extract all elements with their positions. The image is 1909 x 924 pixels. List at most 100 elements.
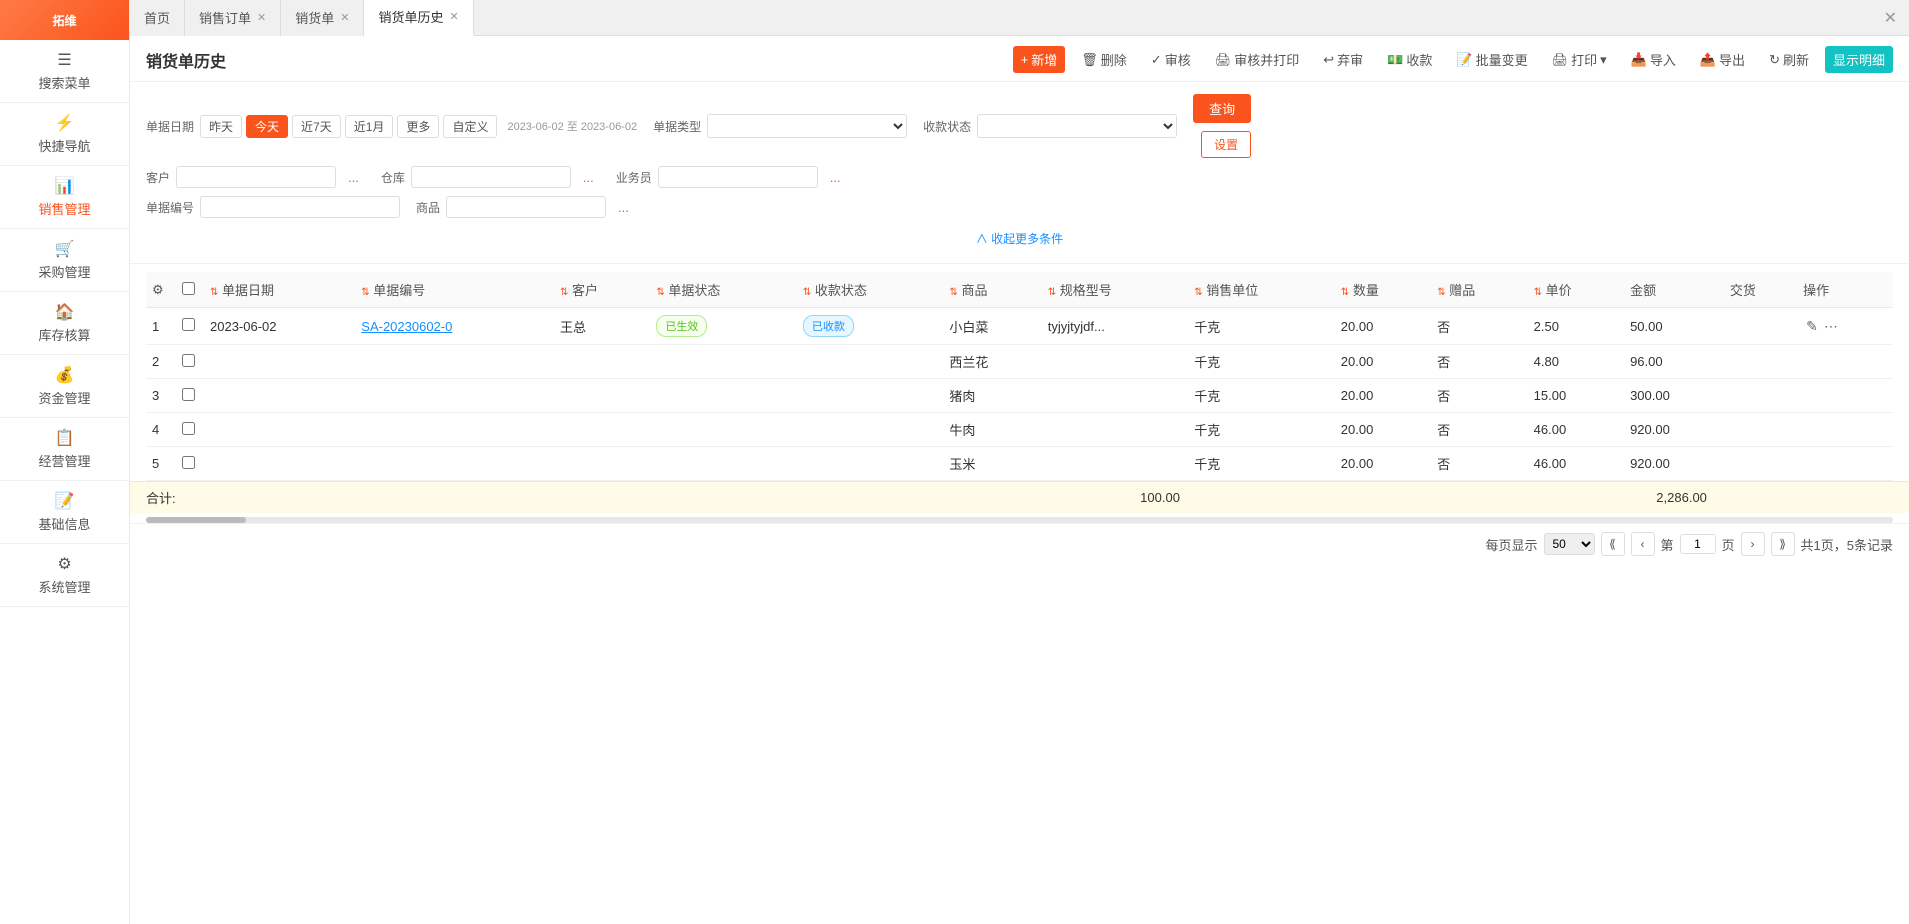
import-button[interactable]: 📥 导入 <box>1623 46 1684 73</box>
audit-button[interactable]: ✓ 审核 <box>1143 46 1199 73</box>
import-icon: 📥 <box>1631 52 1647 68</box>
cell-checkbox[interactable] <box>176 379 204 413</box>
date-btn-yesterday[interactable]: 昨天 <box>200 115 242 138</box>
delete-button[interactable]: 🗑 删除 <box>1073 46 1135 73</box>
total-info: 共1页，5条记录 <box>1801 535 1893 554</box>
warehouse-ellipsis-btn[interactable]: ... <box>577 168 600 187</box>
customer-ellipsis-btn[interactable]: ... <box>342 168 365 187</box>
print-button[interactable]: 🖨 打印 ▾ <box>1544 46 1615 73</box>
warehouse-input[interactable] <box>411 166 571 188</box>
tab-sales-delivery[interactable]: 销货单 ✕ <box>281 0 364 36</box>
cell-no: 4 <box>146 413 176 447</box>
staff-ellipsis-btn[interactable]: ... <box>824 168 847 187</box>
cell-amount: 300.00 <box>1624 379 1724 413</box>
date-btn-7days[interactable]: 近7天 <box>292 115 341 138</box>
goods-ellipsis-btn[interactable]: ... <box>612 198 635 217</box>
col-customer[interactable]: ⇅ 客户 <box>554 272 650 308</box>
col-sales-unit[interactable]: ⇅ 销售单位 <box>1188 272 1335 308</box>
first-page-btn[interactable]: ⟪ <box>1601 532 1625 556</box>
col-goods[interactable]: ⇅ 商品 <box>943 272 1041 308</box>
col-gift[interactable]: ⇅ 赠品 <box>1431 272 1527 308</box>
col-payment-status[interactable]: ⇅ 收款状态 <box>797 272 944 308</box>
doc-no-link[interactable]: SA-20230602-0 <box>361 319 452 334</box>
sidebar-item-label: 搜索菜单 <box>38 73 90 92</box>
col-checkbox[interactable] <box>176 272 204 308</box>
date-btn-1month[interactable]: 近1月 <box>345 115 394 138</box>
doc-no-input[interactable] <box>200 196 400 218</box>
customer-input[interactable] <box>176 166 336 188</box>
date-btn-custom[interactable]: 自定义 <box>443 115 497 138</box>
per-page-select[interactable]: 50 20 100 <box>1544 533 1595 555</box>
set-button[interactable]: 设置 <box>1201 131 1251 158</box>
cell-qty: 20.00 <box>1335 447 1431 481</box>
tab-sales-order-close[interactable]: ✕ <box>257 11 266 24</box>
staff-input[interactable] <box>658 166 818 188</box>
tab-home[interactable]: 首页 <box>130 0 185 36</box>
col-doc-status[interactable]: ⇅ 单据状态 <box>650 272 797 308</box>
tab-sales-history[interactable]: 销货单历史 ✕ <box>364 0 473 36</box>
audit-print-button[interactable]: 🖨 审核并打印 <box>1207 46 1308 73</box>
next-page-btn[interactable]: › <box>1741 532 1765 556</box>
payment-status-select[interactable] <box>977 114 1177 138</box>
cell-checkbox[interactable] <box>176 345 204 379</box>
col-settings[interactable]: ⚙ <box>146 272 176 308</box>
date-btn-today[interactable]: 今天 <box>246 115 288 138</box>
prev-page-btn[interactable]: ‹ <box>1631 532 1655 556</box>
export-button[interactable]: 📤 导出 <box>1692 46 1753 73</box>
show-detail-button[interactable]: 显示明细 <box>1825 46 1893 73</box>
cell-checkbox[interactable] <box>176 413 204 447</box>
footer-cells: 100.00 2,286.00 <box>206 490 1893 505</box>
import-label: 导入 <box>1650 50 1676 69</box>
new-button[interactable]: + 新增 <box>1013 46 1066 73</box>
cell-checkbox[interactable] <box>176 447 204 481</box>
page-input[interactable] <box>1680 534 1716 554</box>
cell-sales-unit: 千克 <box>1188 308 1335 345</box>
horizontal-scrollbar[interactable] <box>146 517 1893 523</box>
col-spec-type[interactable]: ⇅ 规格型号 <box>1042 272 1189 308</box>
scrollbar-container <box>130 513 1909 523</box>
receive-button[interactable]: 💵 收款 <box>1379 46 1440 73</box>
sidebar-item-finance-mgmt[interactable]: 💰 资金管理 <box>0 355 129 418</box>
cell-customer <box>554 379 650 413</box>
cell-transaction <box>1724 308 1797 345</box>
sidebar-item-search-menu[interactable]: ☰ 搜索菜单 <box>0 40 129 103</box>
col-doc-no[interactable]: ⇅ 单据编号 <box>355 272 554 308</box>
date-btn-more[interactable]: 更多 <box>397 115 439 138</box>
sidebar-item-inventory-calc[interactable]: 🏠 库存核算 <box>0 292 129 355</box>
col-qty[interactable]: ⇅ 数量 <box>1335 272 1431 308</box>
cell-customer: 王总 <box>554 308 650 345</box>
sidebar-item-quick-nav[interactable]: ⚡ 快捷导航 <box>0 103 129 166</box>
sidebar-item-sys-mgmt[interactable]: ⚙ 系统管理 <box>0 544 129 607</box>
sidebar-item-sales-mgmt[interactable]: 📊 销售管理 <box>0 166 129 229</box>
sort-icon: ⇅ <box>1534 287 1542 298</box>
sidebar-item-basic-info[interactable]: 📝 基础信息 <box>0 481 129 544</box>
select-all-checkbox[interactable] <box>182 282 195 295</box>
page-title: 销货单历史 <box>146 48 226 72</box>
refresh-button[interactable]: ↻ 刷新 <box>1761 46 1817 73</box>
cell-checkbox[interactable] <box>176 308 204 345</box>
plus-icon: + <box>1021 52 1029 67</box>
cell-doc-date <box>204 379 355 413</box>
query-button[interactable]: 查询 <box>1193 94 1251 123</box>
tab-sales-order[interactable]: 销售订单 ✕ <box>185 0 281 36</box>
tab-sales-history-label: 销货单历史 <box>378 7 443 26</box>
last-page-btn[interactable]: ⟫ <box>1771 532 1795 556</box>
col-unit-price[interactable]: ⇅ 单价 <box>1528 272 1624 308</box>
sidebar-item-purchase-mgmt[interactable]: 🛒 采购管理 <box>0 229 129 292</box>
tab-sales-delivery-close[interactable]: ✕ <box>340 11 349 24</box>
sidebar-item-ops-mgmt[interactable]: 📋 经营管理 <box>0 418 129 481</box>
cell-doc-status <box>650 379 797 413</box>
close-all-tabs[interactable]: ✕ <box>1872 8 1909 28</box>
delete-icon: 🗑 <box>1081 52 1098 68</box>
collapse-filter-btn[interactable]: ∧ 收起更多条件 <box>968 226 1071 251</box>
abandon-button[interactable]: ↩ 弃审 <box>1315 46 1371 73</box>
more-icon[interactable]: ⋯ <box>1824 318 1838 334</box>
edit-icon[interactable]: ✎ <box>1806 318 1818 334</box>
doc-type-select[interactable] <box>707 114 907 138</box>
goods-input[interactable] <box>446 196 606 218</box>
cell-spec-type <box>1042 447 1189 481</box>
col-doc-date[interactable]: ⇅ 单据日期 <box>204 272 355 308</box>
tab-sales-history-close[interactable]: ✕ <box>450 10 459 23</box>
scroll-thumb[interactable] <box>146 517 246 523</box>
batch-change-button[interactable]: 📝 批量变更 <box>1448 46 1535 73</box>
